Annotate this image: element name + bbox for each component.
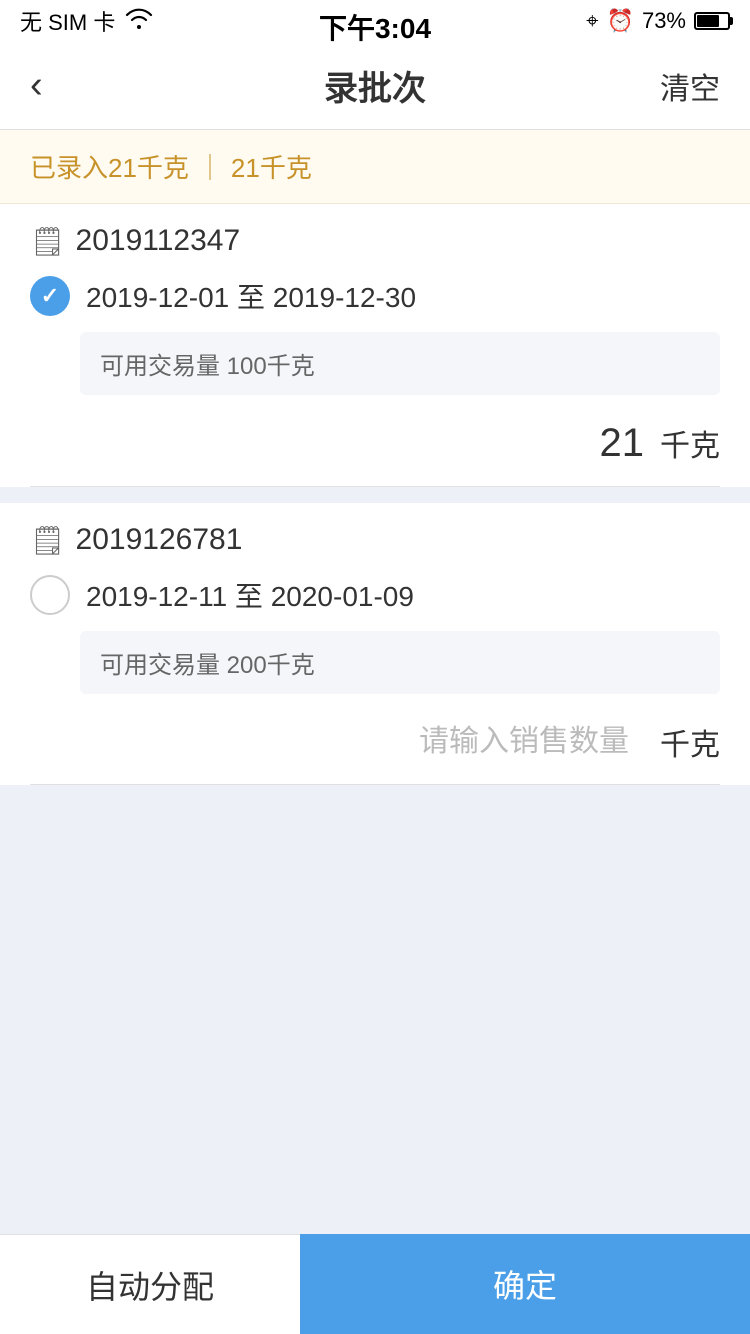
clear-button[interactable]: 清空 (660, 64, 720, 108)
batch1-amount-value: 21 (600, 421, 645, 466)
batch2-date-row[interactable]: 2019-12-11 至 2020-01-09 (0, 567, 750, 623)
batch1-amount-row: 21 千克 (0, 411, 750, 486)
content-area: 已录入21千克 21千克 🗒 2019112347 ✓ 2019-12-01 至… (0, 130, 750, 1234)
batch2-available: 可用交易量 200千克 (80, 631, 720, 694)
batch1-amount-unit: 千克 (660, 421, 720, 465)
page-title: 录批次 (324, 61, 426, 110)
batch2-radio[interactable] (30, 575, 70, 615)
batch1-available-text: 可用交易量 100千克 (100, 353, 315, 380)
qty-input[interactable] (344, 725, 644, 759)
summary-value: 21千克 (231, 148, 312, 185)
battery-percent: 73% (642, 8, 686, 34)
batch2-available-text: 可用交易量 200千克 (100, 652, 315, 679)
time-display: 下午3:04 (319, 7, 431, 47)
status-right: ⌖ ⏰ 73% (586, 8, 730, 34)
batch2-icon: 🗒 (30, 524, 66, 557)
bottom-bar: 自动分配 确定 (0, 1234, 750, 1334)
status-bar: 无 SIM 卡 下午3:04 ⌖ ⏰ 73% (0, 0, 750, 42)
batch1-icon: 🗒 (30, 225, 66, 258)
summary-bar: 已录入21千克 21千克 (0, 130, 750, 204)
batch1-available: 可用交易量 100千克 (80, 332, 720, 395)
batch-card-2: 🗒 2019126781 2019-12-11 至 2020-01-09 可用交… (0, 503, 750, 785)
batch1-date: 2019-12-01 至 2019-12-30 (86, 276, 416, 316)
card-separator-1 (0, 487, 750, 503)
batch2-id: 2019126781 (76, 523, 243, 557)
summary-divider (209, 154, 211, 180)
wifi-icon (125, 7, 153, 35)
batch1-date-row[interactable]: ✓ 2019-12-01 至 2019-12-30 (0, 268, 750, 324)
batch1-id: 2019112347 (76, 224, 241, 258)
batch2-input-row: 千克 (0, 710, 750, 784)
status-left: 无 SIM 卡 (20, 5, 153, 37)
back-button[interactable]: ‹ (30, 64, 90, 107)
batch2-date: 2019-12-11 至 2020-01-09 (86, 575, 414, 615)
alarm-icon: ⏰ (607, 8, 634, 34)
batch2-header: 🗒 2019126781 (0, 503, 750, 567)
nav-bar: ‹ 录批次 清空 (0, 42, 750, 130)
batch1-radio[interactable]: ✓ (30, 276, 70, 316)
location-icon: ⌖ (586, 8, 598, 34)
batch-card-1: 🗒 2019112347 ✓ 2019-12-01 至 2019-12-30 可… (0, 204, 750, 487)
carrier-text: 无 SIM 卡 (20, 5, 115, 37)
battery-icon (694, 12, 730, 30)
checkmark-icon: ✓ (41, 283, 59, 309)
confirm-button[interactable]: 确定 (300, 1234, 750, 1334)
batch1-header: 🗒 2019112347 (0, 204, 750, 268)
auto-distribute-button[interactable]: 自动分配 (0, 1234, 300, 1334)
gray-area (0, 785, 750, 1234)
batch2-input-unit: 千克 (660, 720, 720, 764)
summary-label: 已录入21千克 (30, 148, 189, 185)
